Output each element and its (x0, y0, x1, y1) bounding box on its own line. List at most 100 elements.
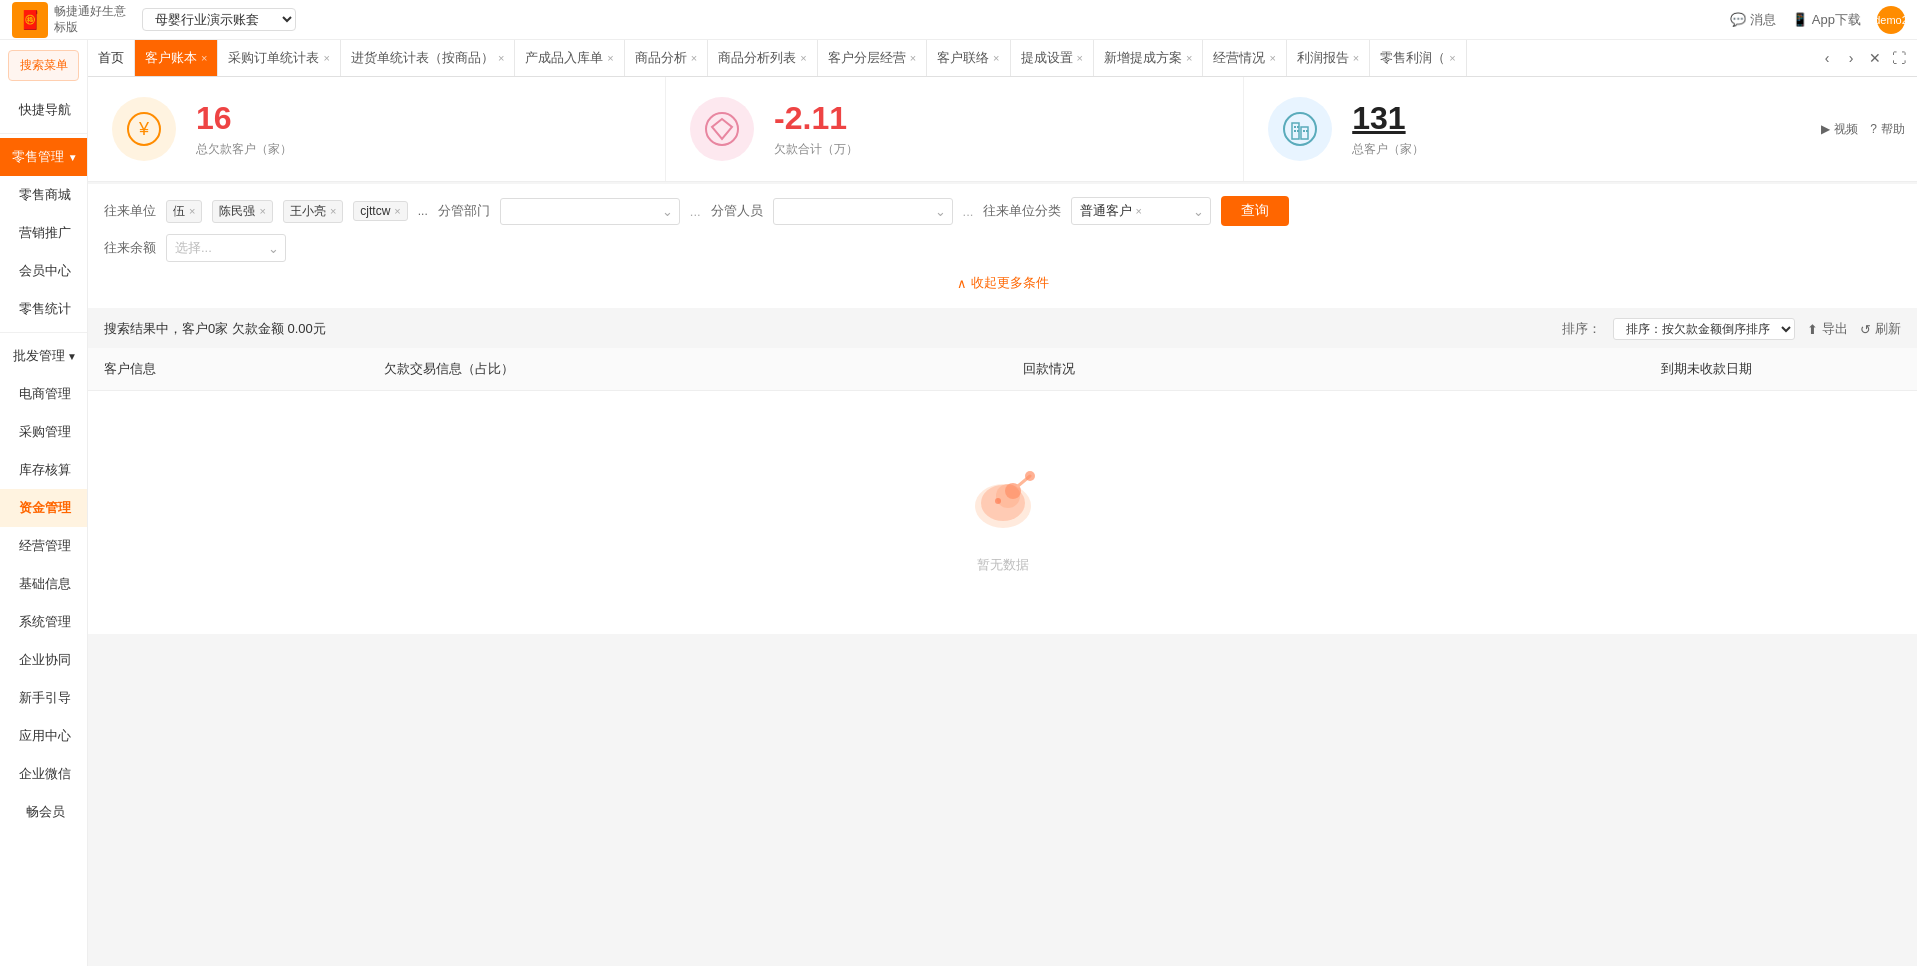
tab-close-operations-status[interactable]: × (1269, 52, 1275, 64)
filter-label-balance: 往来余额 (104, 239, 156, 257)
sidebar-item-vip[interactable]: 畅会员 (0, 793, 87, 831)
tab-goods-analysis-list[interactable]: 商品分析列表 × (708, 40, 817, 76)
refresh-btn[interactable]: ↺ 刷新 (1860, 320, 1901, 338)
tab-commission-settings[interactable]: 提成设置 × (1011, 40, 1094, 76)
tab-goods-analysis[interactable]: 商品分析 × (625, 40, 708, 76)
dept-more-btn[interactable]: ... (690, 204, 701, 219)
filter-dept-input[interactable]: ⌄ (500, 198, 680, 225)
tab-new-commission[interactable]: 新增提成方案 × (1094, 40, 1203, 76)
search-menu-btn[interactable]: 搜索菜单 (8, 50, 79, 81)
filter-tag-wang: 王小亮 × (283, 200, 343, 223)
video-help-btn[interactable]: ▶ 视频 (1821, 121, 1858, 138)
svg-rect-9 (1294, 130, 1296, 132)
svg-point-18 (1025, 471, 1035, 481)
tab-close-commission-settings[interactable]: × (1077, 52, 1083, 64)
sidebar-item-wholesale-mgmt[interactable]: 批发管理 ▼ (0, 337, 87, 375)
sidebar-item-marketing[interactable]: 营销推广 (0, 214, 87, 252)
sidebar-item-retail-stats[interactable]: 零售统计 (0, 290, 87, 328)
export-icon: ⬆ (1807, 322, 1818, 337)
stat-info-1: 16 总欠款客户（家） (196, 100, 292, 158)
export-btn[interactable]: ⬆ 导出 (1807, 320, 1848, 338)
avatar[interactable]: demo2 (1877, 6, 1905, 34)
tab-close-profit-report[interactable]: × (1353, 52, 1359, 64)
tab-customer-capital[interactable]: 客户账本 × (135, 40, 218, 76)
filter-tag-remove-classification[interactable]: × (1135, 205, 1141, 217)
tab-close-new-commission[interactable]: × (1186, 52, 1192, 64)
filter-label-person: 分管人员 (711, 202, 763, 220)
sidebar-item-member-center[interactable]: 会员中心 (0, 252, 87, 290)
sidebar-item-new-guide[interactable]: 新手引导 (0, 679, 87, 717)
message-btn[interactable]: 💬 消息 (1730, 11, 1776, 29)
sidebar-item-retail-mgmt[interactable]: 零售管理 ▼ (0, 138, 87, 176)
svg-rect-7 (1294, 126, 1296, 128)
tab-customer-contact[interactable]: 客户联络 × (927, 40, 1010, 76)
tab-retail-profit[interactable]: 零售利润（ × (1370, 40, 1466, 76)
sidebar-item-inventory[interactable]: 库存核算 (0, 451, 87, 489)
help-btn[interactable]: ? 帮助 (1870, 121, 1905, 138)
tab-profit-report[interactable]: 利润报告 × (1287, 40, 1370, 76)
tab-controls: ‹ › ✕ ⛶ (1809, 48, 1917, 68)
tab-produce-instock[interactable]: 产成品入库单 × (515, 40, 624, 76)
app-download-btn[interactable]: 📱 App下载 (1792, 11, 1861, 29)
sidebar-item-ecommerce[interactable]: 电商管理 (0, 375, 87, 413)
filter-tag-remove-chen[interactable]: × (259, 205, 265, 217)
logo-area: 🧧 畅捷通好生意 标版 (12, 2, 126, 38)
tab-next-btn[interactable]: › (1841, 48, 1861, 68)
sidebar-item-app-center[interactable]: 应用中心 (0, 717, 87, 755)
svg-rect-12 (1306, 130, 1308, 132)
tab-close-purchase-order-stats[interactable]: × (323, 52, 329, 64)
page-content: ¥ 16 总欠款客户（家） (88, 77, 1917, 966)
tab-close-produce-instock[interactable]: × (607, 52, 613, 64)
filter-classification-input[interactable]: 普通客户 × ⌄ (1071, 197, 1211, 225)
filter-tag-remove-cjttcw[interactable]: × (394, 205, 400, 217)
sidebar-item-basic-info[interactable]: 基础信息 (0, 565, 87, 603)
industry-select[interactable]: 母婴行业演示账套 (142, 8, 296, 31)
filter-balance-input[interactable]: 选择... ⌄ (166, 234, 286, 262)
tab-incoming-stats[interactable]: 进货单统计表（按商品） × (341, 40, 515, 76)
tab-close-customer-capital[interactable]: × (201, 52, 207, 64)
sidebar-item-retail-mall[interactable]: 零售商城 (0, 176, 87, 214)
sidebar-search-area: 搜索菜单 (0, 40, 87, 91)
result-summary: 搜索结果中，客户0家 欠款金额 0.00元 (104, 320, 326, 338)
sort-select[interactable]: 排序：按欠款金额倒序排序 (1613, 318, 1795, 340)
tab-close-customer-contact[interactable]: × (993, 52, 999, 64)
sidebar-item-quick-nav[interactable]: 快捷导航 (0, 91, 87, 129)
filter-more-btn[interactable]: ... (418, 204, 428, 218)
tab-customer-segment[interactable]: 客户分层经营 × (818, 40, 927, 76)
sidebar-item-weixin[interactable]: 企业微信 (0, 755, 87, 793)
sidebar-item-finance[interactable]: 资金管理 (0, 489, 87, 527)
filter-tag-remove-wu[interactable]: × (189, 205, 195, 217)
tab-close-goods-analysis[interactable]: × (691, 52, 697, 64)
tab-close-customer-segment[interactable]: × (910, 52, 916, 64)
stat-label-debit-amount: 欠款合计（万） (774, 141, 858, 158)
tab-close-incoming-stats[interactable]: × (498, 52, 504, 64)
sidebar-item-operations[interactable]: 经营管理 (0, 527, 87, 565)
person-more-btn[interactable]: ... (963, 204, 974, 219)
tab-fullscreen-btn[interactable]: ⛶ (1889, 48, 1909, 68)
svg-point-19 (995, 498, 1001, 504)
sidebar-item-enterprise[interactable]: 企业协同 (0, 641, 87, 679)
dropdown-icon-class: ⌄ (1193, 204, 1204, 219)
tab-close-all-btn[interactable]: ✕ (1865, 48, 1885, 68)
tab-purchase-order-stats[interactable]: 采购订单统计表 × (218, 40, 340, 76)
collapse-btn[interactable]: ∧ 收起更多条件 (957, 274, 1049, 292)
message-icon: 💬 (1730, 12, 1746, 27)
query-btn[interactable]: 查询 (1221, 196, 1289, 226)
tab-close-goods-analysis-list[interactable]: × (800, 52, 806, 64)
tab-home[interactable]: 首页 (88, 40, 135, 76)
help-buttons: ▶ 视频 ? 帮助 (1821, 121, 1917, 138)
tab-close-retail-profit[interactable]: × (1449, 52, 1455, 64)
tab-operations-status[interactable]: 经营情况 × (1203, 40, 1286, 76)
tab-bar: 首页 客户账本 × 采购订单统计表 × 进货单统计表（按商品） × 产成品入库单… (88, 40, 1917, 77)
sidebar-item-purchase[interactable]: 采购管理 (0, 413, 87, 451)
filter-label-unit: 往来单位 (104, 202, 156, 220)
svg-rect-10 (1297, 130, 1299, 132)
filter-tag-remove-wang[interactable]: × (330, 205, 336, 217)
tab-prev-btn[interactable]: ‹ (1817, 48, 1837, 68)
sidebar-item-sys-mgmt[interactable]: 系统管理 (0, 603, 87, 641)
filter-person-input[interactable]: ⌄ (773, 198, 953, 225)
logo-text: 畅捷通好生意 标版 (54, 4, 126, 35)
table-col-due-date: 到期未收款日期 (1661, 360, 1901, 378)
filter-tag-label-cjttcw: cjttcw (360, 204, 390, 218)
top-bar-right: 💬 消息 📱 App下载 demo2 (1730, 6, 1905, 34)
